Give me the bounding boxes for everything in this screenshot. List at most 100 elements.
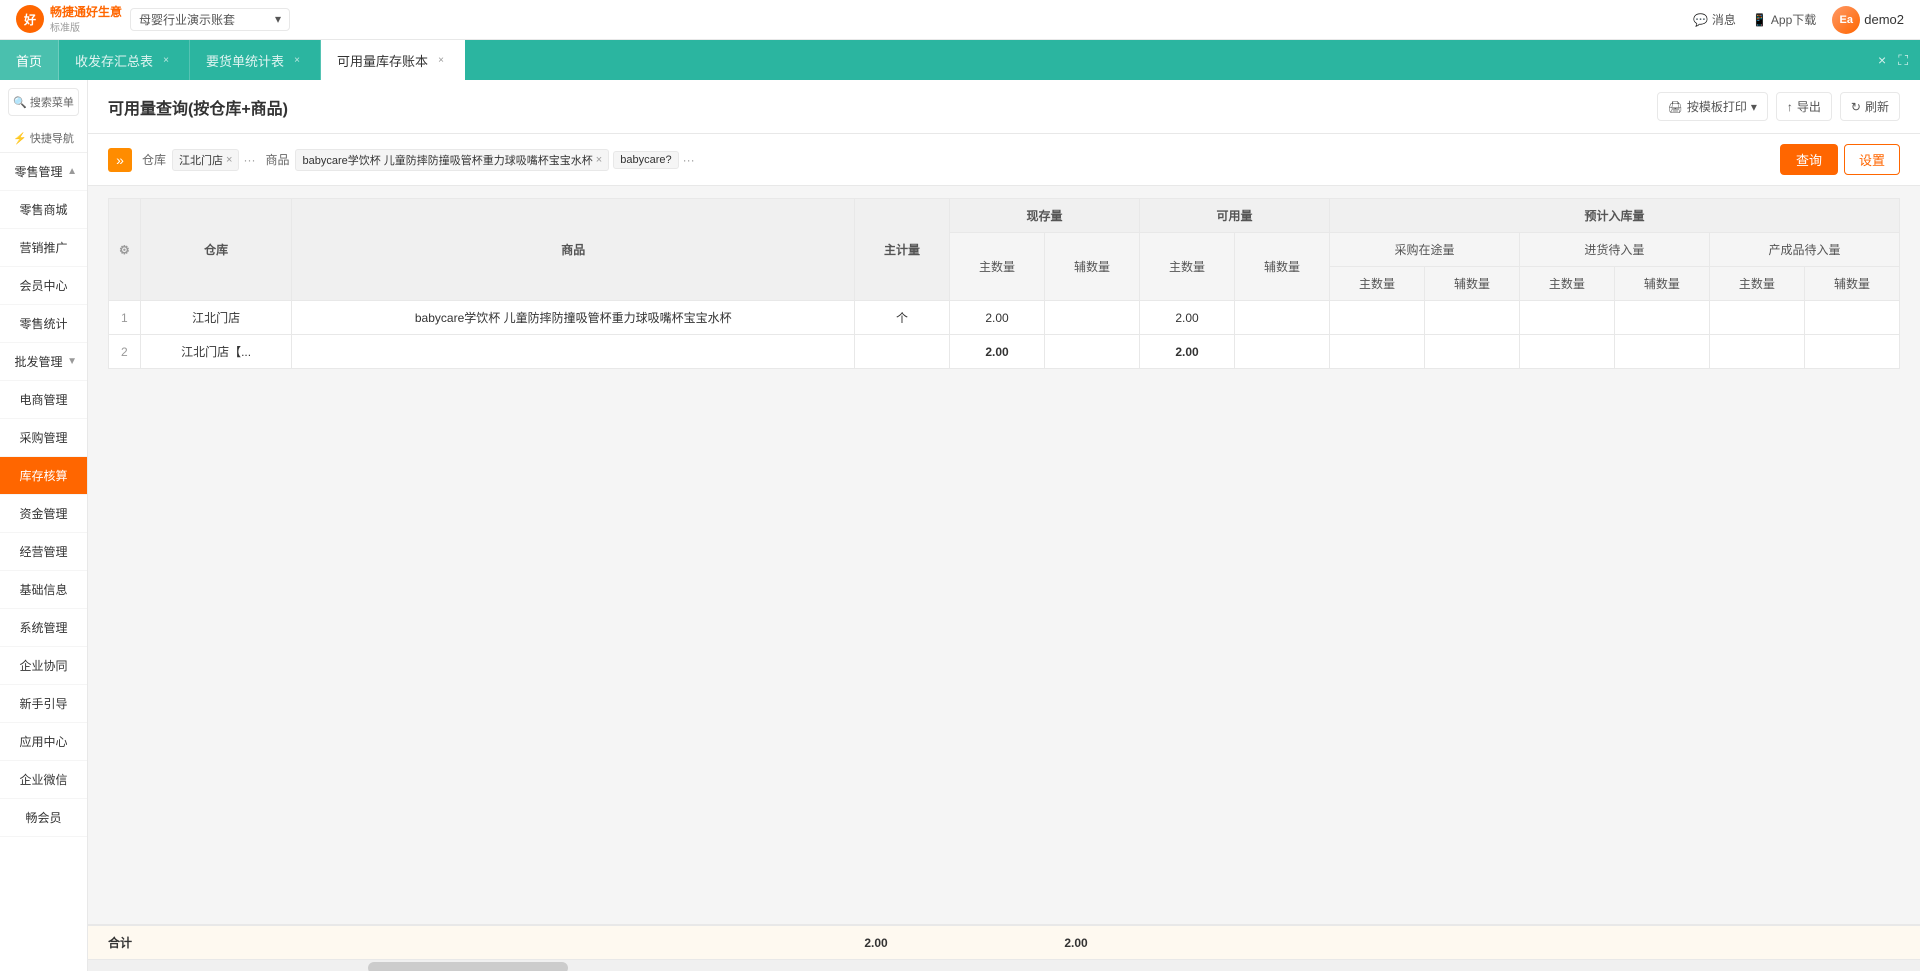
footer-current-total: 2.00 <box>836 936 916 950</box>
sidebar-item-label-retail-mall: 零售商城 <box>10 201 77 218</box>
th-current-stock: 现存量 <box>950 199 1140 233</box>
print-button[interactable]: 🖨 按模板打印 ▾ <box>1657 92 1768 121</box>
warehouse-filter-label: 仓库 <box>142 151 166 168</box>
sidebar-item-new-guide[interactable]: 新手引导 <box>0 685 87 723</box>
settings-button[interactable]: 设置 <box>1844 144 1900 175</box>
search-menu-label: 搜索菜单 <box>30 94 74 110</box>
maximize-icon[interactable]: ⛶ <box>1894 48 1912 73</box>
tab-close-available-stock[interactable]: × <box>434 53 448 67</box>
printer-icon: 🖨 <box>1668 100 1683 114</box>
refresh-button[interactable]: ↻ 刷新 <box>1840 92 1900 121</box>
app-download-button[interactable]: 📱 App下载 <box>1752 11 1816 28</box>
filter-expand-button[interactable]: » <box>108 148 132 172</box>
quick-nav-icon: ⚡ <box>13 132 27 145</box>
export-button[interactable]: ↑ 导出 <box>1776 92 1832 121</box>
sidebar-item-label-vip-member: 畅会员 <box>10 809 77 826</box>
sidebar-item-vip-member[interactable]: 畅会员 <box>0 799 87 837</box>
user-profile[interactable]: Ea demo2 <box>1832 6 1904 34</box>
sidebar-item-wholesale-mgmt[interactable]: 批发管理 ▼ <box>0 343 87 381</box>
sidebar-item-app-center[interactable]: 应用中心 <box>0 723 87 761</box>
main-layout: 🔍 搜索菜单 ⚡ 快捷导航 零售管理 ▲ 零售商城 营销推广 会员中心 零售统计 <box>0 80 1920 971</box>
table-container: ⚙ 仓库 商品 主计量 现存量 可用量 预计入库量 主数量 辅数量 <box>88 186 1920 924</box>
table-header-main: ⚙ 仓库 商品 主计量 现存量 可用量 预计入库量 <box>109 199 1900 233</box>
available-stock-tab-label: 可用量库存账本 <box>337 51 428 70</box>
th-purchase-transit-main: 主数量 <box>1329 267 1424 301</box>
export-icon: ↑ <box>1787 100 1793 114</box>
bottom-scrollbar[interactable] <box>88 959 1920 971</box>
filter-actions: 查询 设置 <box>1780 144 1900 175</box>
product-filter-label: 商品 <box>265 151 289 168</box>
th-production-wait: 产成品待入量 <box>1709 233 1899 267</box>
sidebar-item-label-system: 系统管理 <box>10 619 77 636</box>
search-icon: 🔍 <box>13 96 27 109</box>
sidebar: 🔍 搜索菜单 ⚡ 快捷导航 零售管理 ▲ 零售商城 营销推广 会员中心 零售统计 <box>0 80 88 971</box>
tab-available-stock[interactable]: 可用量库存账本 × <box>321 40 465 80</box>
tab-close-receive-summary[interactable]: × <box>159 53 173 67</box>
table-row: 2 江北门店【... 2.00 2.00 <box>109 335 1900 369</box>
logo-sub-text: 标准版 <box>50 19 122 34</box>
row1-index: 1 <box>109 301 141 335</box>
warehouse-tag-remove[interactable]: × <box>226 154 232 166</box>
sidebar-item-retail-mgmt[interactable]: 零售管理 ▲ <box>0 153 87 191</box>
row2-purchase-transit-main <box>1329 335 1424 369</box>
product-tag-text2: babycare? <box>620 154 671 166</box>
sidebar-item-purchase-mgmt[interactable]: 采购管理 <box>0 419 87 457</box>
product-tag-remove[interactable]: × <box>596 154 602 166</box>
order-stats-tab-label: 要货单统计表 <box>206 51 284 70</box>
logo-icon: 好 <box>16 5 44 33</box>
row1-production-wait-aux <box>1804 301 1899 335</box>
row2-current-aux <box>1045 335 1140 369</box>
industry-select[interactable]: 母婴行业演示账套 ▾ <box>130 8 290 31</box>
sidebar-item-enterprise-wechat[interactable]: 企业微信 <box>0 761 87 799</box>
footer-available-total: 2.00 <box>1036 936 1116 950</box>
tab-close-order-stats[interactable]: × <box>290 53 304 67</box>
tab-actions: × ⛶ <box>1866 40 1920 80</box>
search-menu-button[interactable]: 🔍 搜索菜单 <box>8 88 79 116</box>
page-header: 可用量查询(按仓库+商品) 🖨 按模板打印 ▾ ↑ 导出 ↻ 刷新 <box>88 80 1920 134</box>
row2-incoming-wait-aux <box>1614 335 1709 369</box>
th-production-wait-aux: 辅数量 <box>1804 267 1899 301</box>
data-table: ⚙ 仓库 商品 主计量 现存量 可用量 预计入库量 主数量 辅数量 <box>108 198 1900 369</box>
sidebar-item-system-mgmt[interactable]: 系统管理 <box>0 609 87 647</box>
export-label: 导出 <box>1797 98 1821 115</box>
sidebar-item-label-basic: 基础信息 <box>10 581 77 598</box>
product-more[interactable]: ··· <box>683 153 695 167</box>
row2-production-wait-main <box>1709 335 1804 369</box>
app-download-label: App下载 <box>1771 11 1816 28</box>
sidebar-item-inventory-check[interactable]: 库存核算 <box>0 457 87 495</box>
th-product: 商品 <box>292 199 855 301</box>
sidebar-item-enterprise-coop[interactable]: 企业协同 <box>0 647 87 685</box>
tab-home[interactable]: 首页 <box>0 40 59 80</box>
tab-receive-summary[interactable]: 收发存汇总表 × <box>59 40 190 80</box>
settings-icon[interactable]: ⚙ <box>119 243 130 257</box>
tab-order-stats[interactable]: 要货单统计表 × <box>190 40 321 80</box>
quick-nav-button[interactable]: ⚡ 快捷导航 <box>0 124 87 153</box>
sidebar-item-finance-mgmt[interactable]: 资金管理 <box>0 495 87 533</box>
th-current-aux-qty: 辅数量 <box>1045 233 1140 301</box>
sidebar-item-basic-info[interactable]: 基础信息 <box>0 571 87 609</box>
avatar-text: Ea <box>1840 14 1853 26</box>
close-all-tabs-icon[interactable]: × <box>1874 48 1890 72</box>
username-label: demo2 <box>1864 12 1904 27</box>
expand-icon: » <box>116 152 124 168</box>
row2-index: 2 <box>109 335 141 369</box>
sidebar-item-operations-mgmt[interactable]: 经营管理 <box>0 533 87 571</box>
warehouse-tag-text: 江北门店 <box>179 152 223 168</box>
message-button[interactable]: 💬 消息 <box>1693 11 1736 28</box>
sidebar-item-member-center[interactable]: 会员中心 <box>0 267 87 305</box>
sidebar-item-label-enterprise-coop: 企业协同 <box>10 657 77 674</box>
sidebar-item-label-retail-mgmt: 零售管理 <box>10 163 67 180</box>
sidebar-item-ecommerce-mgmt[interactable]: 电商管理 <box>0 381 87 419</box>
th-available: 可用量 <box>1140 199 1330 233</box>
row1-available-aux <box>1234 301 1329 335</box>
content-area: 可用量查询(按仓库+商品) 🖨 按模板打印 ▾ ↑ 导出 ↻ 刷新 <box>88 80 1920 971</box>
warehouse-more[interactable]: ··· <box>243 153 255 167</box>
sidebar-item-retail-mall[interactable]: 零售商城 <box>0 191 87 229</box>
sidebar-item-retail-stats[interactable]: 零售统计 <box>0 305 87 343</box>
sidebar-item-marketing[interactable]: 营销推广 <box>0 229 87 267</box>
th-warehouse: 仓库 <box>140 199 292 301</box>
query-button[interactable]: 查询 <box>1780 144 1838 175</box>
logo-main-text: 畅捷通好生意 <box>50 5 122 19</box>
refresh-icon: ↻ <box>1851 100 1861 114</box>
scrollbar-thumb <box>368 962 568 971</box>
